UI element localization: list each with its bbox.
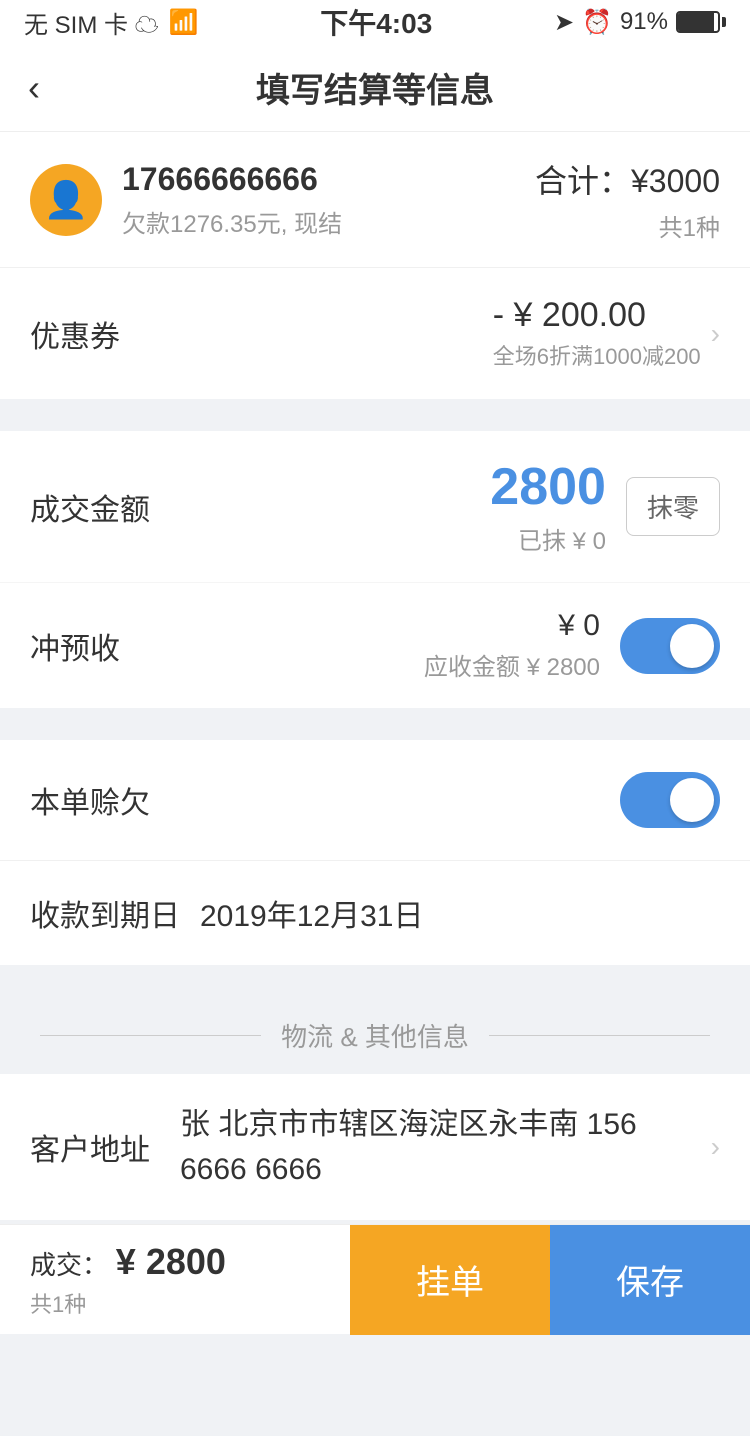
coupon-discount: - ¥ 200.00 xyxy=(493,296,701,335)
coupon-desc: 全场6折满1000减200 xyxy=(493,339,701,371)
divider-3 xyxy=(0,981,750,997)
deal-sub: 已抹 ¥ 0 xyxy=(490,521,606,556)
wifi-icon: 📶 xyxy=(169,8,199,37)
deal-amount: 2800 xyxy=(490,457,606,517)
prepay-amount-wrap: ¥ 0 应收金额 ¥ 2800 xyxy=(424,609,600,682)
customer-info: 17666666666 欠款1276.35元, 现结 xyxy=(122,161,535,239)
prepay-row: 冲预收 ¥ 0 应收金额 ¥ 2800 xyxy=(0,583,750,708)
signal-text: 无 SIM 卡 ☁ xyxy=(24,5,159,40)
bottom-deal-amount: ¥ 2800 xyxy=(116,1241,226,1282)
deal-value-right: 2800 已抹 ¥ 0 抹零 xyxy=(490,457,720,556)
status-bar: 无 SIM 卡 ☁ 📶 下午4:03 ➤ ⏰ 91% xyxy=(0,0,750,44)
divider-1 xyxy=(0,415,750,431)
page-title: 填写结算等信息 xyxy=(256,63,494,112)
location-icon: ➤ xyxy=(554,8,574,37)
chevron-right-icon: › xyxy=(711,318,720,350)
alarm-icon: ⏰ xyxy=(582,8,612,37)
prepay-value-right: ¥ 0 应收金额 ¥ 2800 xyxy=(424,609,720,682)
back-button[interactable]: ‹ xyxy=(28,67,40,109)
logistics-line-right xyxy=(489,1035,710,1036)
sheqian-section: 本单赊欠 收款到期日 2019年12月31日 xyxy=(0,740,750,965)
bottom-deal-label: 成交： xyxy=(30,1250,108,1280)
deal-section: 成交金额 2800 已抹 ¥ 0 抹零 冲预收 ¥ 0 应收金额 ¥ 2800 xyxy=(0,431,750,708)
customer-row: 👤 17666666666 欠款1276.35元, 现结 合计：¥3000 共1… xyxy=(0,132,750,267)
coupon-label: 优惠券 xyxy=(30,312,120,356)
bottom-summary: 成交： ¥ 2800 共1种 xyxy=(0,1241,350,1319)
total-count: 共1种 xyxy=(535,208,720,243)
duedate-label: 收款到期日 xyxy=(30,891,180,935)
coupon-value: - ¥ 200.00 全场6折满1000减200 xyxy=(493,296,701,371)
address-row[interactable]: 客户地址 张 北京市市辖区海淀区永丰南 156 6666 6666 › xyxy=(0,1074,750,1220)
coupon-right: - ¥ 200.00 全场6折满1000减200 › xyxy=(493,296,720,371)
deal-amount-wrap: 2800 已抹 ¥ 0 xyxy=(490,457,606,556)
duedate-row: 收款到期日 2019年12月31日 xyxy=(0,860,750,965)
bottom-deal-row: 成交： ¥ 2800 xyxy=(30,1241,320,1283)
customer-debt: 欠款1276.35元, 现结 xyxy=(122,204,535,239)
logistics-divider: 物流 & 其他信息 xyxy=(0,997,750,1074)
divider-2 xyxy=(0,724,750,740)
deal-amount-row: 成交金额 2800 已抹 ¥ 0 抹零 xyxy=(0,431,750,583)
customer-total: 合计：¥3000 共1种 xyxy=(535,156,720,243)
deal-label: 成交金额 xyxy=(30,485,150,529)
logistics-line-left xyxy=(40,1035,261,1036)
prepay-amount: ¥ 0 xyxy=(424,609,600,643)
status-right: ➤ ⏰ 91% xyxy=(554,8,726,37)
address-card: 客户地址 张 北京市市辖区海淀区永丰南 156 6666 6666 › xyxy=(0,1074,750,1220)
status-left: 无 SIM 卡 ☁ 📶 xyxy=(24,5,199,40)
prepay-toggle[interactable] xyxy=(620,618,720,674)
total-amount: 合计：¥3000 xyxy=(535,156,720,202)
status-time: 下午4:03 xyxy=(320,2,432,42)
customer-card: 👤 17666666666 欠款1276.35元, 现结 合计：¥3000 共1… xyxy=(0,132,750,399)
address-label: 客户地址 xyxy=(30,1125,150,1169)
bottom-bar: 成交： ¥ 2800 共1种 挂单 保存 xyxy=(0,1224,750,1334)
save-button[interactable]: 保存 xyxy=(550,1225,750,1335)
coupon-row[interactable]: 优惠券 - ¥ 200.00 全场6折满1000减200 › xyxy=(0,267,750,399)
customer-phone: 17666666666 xyxy=(122,161,535,198)
prepay-sub: 应收金额 ¥ 2800 xyxy=(424,647,600,682)
battery-icon xyxy=(676,11,726,33)
address-chevron-icon: › xyxy=(711,1131,720,1163)
address-value: 张 北京市市辖区海淀区永丰南 156 6666 6666 xyxy=(180,1102,701,1192)
avatar: 👤 xyxy=(30,164,102,236)
sheqian-toggle[interactable] xyxy=(620,772,720,828)
hang-button[interactable]: 挂单 xyxy=(350,1225,550,1335)
logistics-label: 物流 & 其他信息 xyxy=(281,1017,469,1054)
sheqian-row: 本单赊欠 xyxy=(0,740,750,860)
bottom-count: 共1种 xyxy=(30,1287,320,1319)
duedate-value: 2019年12月31日 xyxy=(200,891,423,935)
sheqian-label: 本单赊欠 xyxy=(30,778,150,822)
prepay-label: 冲预收 xyxy=(30,624,120,668)
nav-bar: ‹ 填写结算等信息 xyxy=(0,44,750,132)
battery-percent: 91% xyxy=(620,8,668,36)
maling-button[interactable]: 抹零 xyxy=(626,477,720,536)
